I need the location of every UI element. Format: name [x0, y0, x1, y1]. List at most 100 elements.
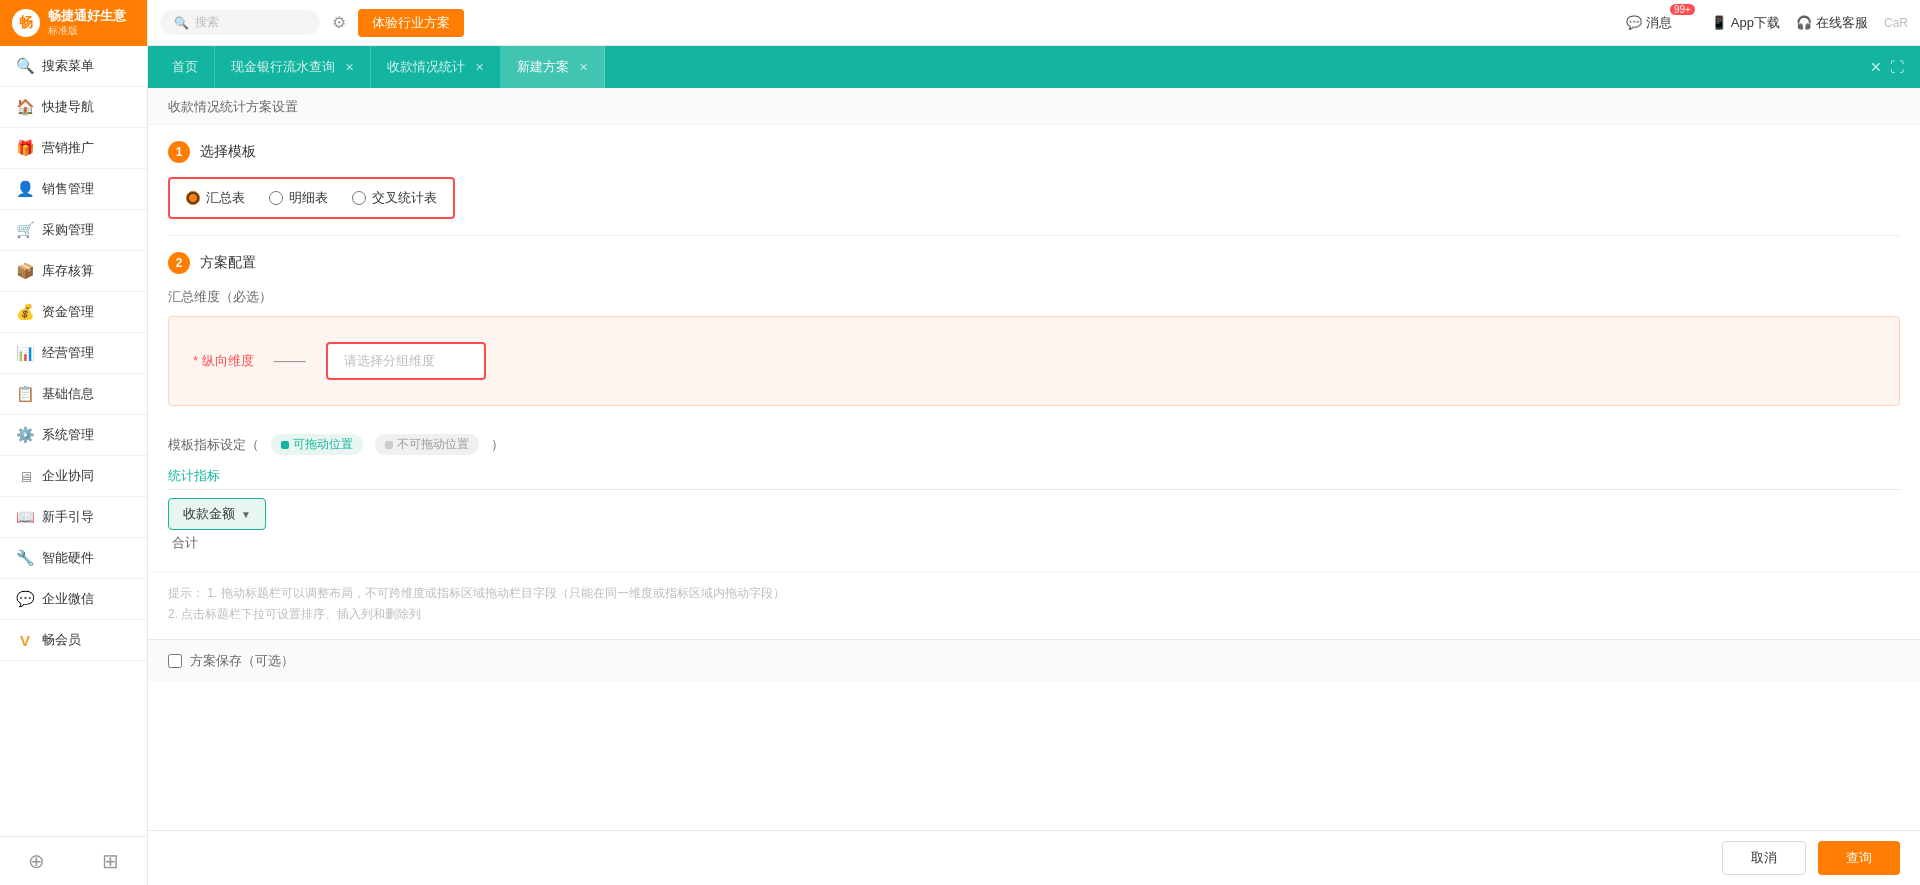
radio-cross[interactable]: 交叉统计表 — [352, 189, 437, 207]
cancel-button[interactable]: 取消 — [1722, 841, 1806, 875]
step2-num: 2 — [168, 252, 190, 274]
list-icon: 📋 — [16, 385, 34, 403]
close-all-tabs-icon[interactable]: ✕ — [1870, 59, 1882, 75]
maximize-icon[interactable]: ⛶ — [1890, 59, 1904, 75]
monitor-icon: 🖥 — [16, 468, 34, 485]
row-dim-label: * 纵向维度 — [193, 352, 254, 370]
sidebar-item-beginner[interactable]: 📖 新手引导 — [0, 497, 147, 538]
step1-header: 1 选择模板 — [168, 141, 1900, 163]
close-tab-bank-icon[interactable]: ✕ — [345, 61, 354, 74]
message-btn[interactable]: 💬 消息 99+ — [1626, 14, 1695, 32]
sidebar-item-search-menu[interactable]: 🔍 搜索菜单 — [0, 46, 147, 87]
book-icon: 📖 — [16, 508, 34, 526]
sidebar-item-marketing[interactable]: 🎁 营销推广 — [0, 128, 147, 169]
box-icon: 📦 — [16, 262, 34, 280]
trial-button[interactable]: 体验行业方案 — [358, 9, 464, 37]
search-placeholder: 搜索 — [195, 14, 219, 31]
topbar-right: 💬 消息 99+ 📱 App下载 🎧 在线客服 CaR — [1626, 14, 1908, 32]
chart-icon: 📊 — [16, 344, 34, 362]
metrics-group-label: 统计指标 — [168, 467, 1900, 490]
topbar-search[interactable]: 🔍 搜索 — [160, 10, 320, 35]
tab-home[interactable]: 首页 — [156, 46, 215, 88]
sidebar-item-wechat[interactable]: 💬 企业微信 — [0, 579, 147, 620]
sidebar: 畅 畅捷通好生意 标准版 🔍 搜索菜单 🏠 快捷导航 🎁 营销推广 👤 销售管理… — [0, 0, 148, 885]
metric-tag-payment[interactable]: 收款金额 ▼ — [168, 498, 266, 530]
page-title: 收款情况统计方案设置 — [148, 88, 1920, 125]
download-icon: 📱 — [1711, 15, 1727, 30]
step2-header: 2 方案配置 — [168, 252, 1900, 274]
online-service-btn[interactable]: 🎧 在线客服 — [1796, 14, 1868, 32]
template-selection-box: 汇总表 明细表 交叉统计表 — [168, 177, 455, 219]
dimension-area: * 纵向维度 —— 请选择分组维度 — [168, 316, 1900, 406]
sidebar-nav: 🔍 搜索菜单 🏠 快捷导航 🎁 营销推广 👤 销售管理 🛒 采购管理 📦 库存核… — [0, 46, 147, 836]
sidebar-item-smart-hw[interactable]: 🔧 智能硬件 — [0, 538, 147, 579]
draggable-dot — [281, 441, 289, 449]
cart-icon: 🛒 — [16, 221, 34, 239]
logo-text: 畅捷通好生意 标准版 — [48, 8, 126, 38]
step2-section: 2 方案配置 汇总维度（必选） * 纵向维度 —— 请选择分组维度 — [148, 236, 1920, 422]
close-tab-new-plan-icon[interactable]: ✕ — [579, 61, 588, 74]
close-tab-payment-icon[interactable]: ✕ — [475, 61, 484, 74]
gear-icon: ⚙️ — [16, 426, 34, 444]
metrics-setting-label: 模板指标设定（ — [168, 436, 259, 454]
service-icon: 🎧 — [1796, 15, 1812, 30]
tool-icon: 🔧 — [16, 549, 34, 567]
member-icon: V — [16, 632, 34, 649]
tab-payment-stat[interactable]: 收款情况统计 ✕ — [371, 46, 501, 88]
non-draggable-dot — [385, 441, 393, 449]
query-button[interactable]: 查询 — [1818, 841, 1900, 875]
save-checkbox[interactable] — [168, 654, 182, 668]
chevron-down-icon: ▼ — [241, 509, 251, 520]
non-draggable-badge: 不可拖动位置 — [375, 434, 479, 455]
message-icon: 💬 — [1626, 15, 1642, 30]
radio-cross-input[interactable] — [352, 191, 366, 205]
content-inner: 收款情况统计方案设置 1 选择模板 汇总表 明细表 — [148, 88, 1920, 830]
tab-bank-flow[interactable]: 现金银行流水查询 ✕ — [215, 46, 371, 88]
sidebar-item-sales[interactable]: 👤 销售管理 — [0, 169, 147, 210]
metrics-setting-close: ） — [491, 436, 504, 454]
content-area: 收款情况统计方案设置 1 选择模板 汇总表 明细表 — [148, 88, 1920, 885]
logo-icon: 畅 — [12, 9, 40, 37]
home-icon: 🏠 — [16, 98, 34, 116]
sidebar-collapse-btn[interactable]: ⊕ — [20, 845, 53, 877]
gift-icon: 🎁 — [16, 139, 34, 157]
user-icon: 👤 — [16, 180, 34, 198]
app-download-btn[interactable]: 📱 App下载 — [1711, 14, 1780, 32]
money-icon: 💰 — [16, 303, 34, 321]
tabbar: 首页 现金银行流水查询 ✕ 收款情况统计 ✕ 新建方案 ✕ ✕ ⛶ — [148, 46, 1920, 88]
save-label: 方案保存（可选） — [190, 652, 294, 670]
arrow-icon: —— — [274, 352, 306, 370]
step1-section: 1 选择模板 汇总表 明细表 交叉统计表 — [148, 125, 1920, 235]
dimension-title: 汇总维度（必选） — [168, 288, 1900, 306]
step1-num: 1 — [168, 141, 190, 163]
sidebar-item-purchase[interactable]: 🛒 采购管理 — [0, 210, 147, 251]
sidebar-item-quick-nav[interactable]: 🏠 快捷导航 — [0, 87, 147, 128]
user-info[interactable]: CaR — [1884, 16, 1908, 30]
sidebar-item-member[interactable]: V 畅会员 — [0, 620, 147, 661]
tab-new-plan[interactable]: 新建方案 ✕ — [501, 46, 605, 88]
bottom-action-bar: 取消 查询 — [148, 830, 1920, 885]
sidebar-item-inventory[interactable]: 📦 库存核算 — [0, 251, 147, 292]
radio-summary-input[interactable] — [186, 191, 200, 205]
tip-line-2: 2. 点击标题栏下拉可设置排序、插入列和删除列 — [168, 606, 1900, 623]
tips-area: 提示： 1. 拖动标题栏可以调整布局，不可跨维度或指标区域拖动栏目字段（只能在同… — [148, 572, 1920, 639]
sidebar-item-finance[interactable]: 💰 资金管理 — [0, 292, 147, 333]
radio-detail-input[interactable] — [269, 191, 283, 205]
radio-summary[interactable]: 汇总表 — [186, 189, 245, 207]
step1-label: 选择模板 — [200, 143, 256, 161]
dim-select[interactable]: 请选择分组维度 — [326, 342, 486, 380]
sidebar-item-system[interactable]: ⚙️ 系统管理 — [0, 415, 147, 456]
search-icon: 🔍 — [174, 16, 189, 30]
sidebar-item-basic-info[interactable]: 📋 基础信息 — [0, 374, 147, 415]
metrics-header: 模板指标设定（ 可拖动位置 不可拖动位置 ） — [148, 422, 1920, 463]
search-icon: 🔍 — [16, 57, 34, 75]
sidebar-settings-btn[interactable]: ⊞ — [94, 845, 127, 877]
settings-icon[interactable]: ⚙ — [332, 13, 346, 32]
sidebar-item-enterprise[interactable]: 🖥 企业协同 — [0, 456, 147, 497]
metrics-area: 统计指标 收款金额 ▼ 合计 — [148, 463, 1920, 572]
topbar: 🔍 搜索 ⚙ 体验行业方案 💬 消息 99+ 📱 App下载 🎧 在线客服 Ca… — [148, 0, 1920, 46]
radio-detail[interactable]: 明细表 — [269, 189, 328, 207]
sidebar-item-operations[interactable]: 📊 经营管理 — [0, 333, 147, 374]
sidebar-logo: 畅 畅捷通好生意 标准版 — [0, 0, 147, 46]
tip-line-1: 提示： 1. 拖动标题栏可以调整布局，不可跨维度或指标区域拖动栏目字段（只能在同… — [168, 585, 1900, 602]
